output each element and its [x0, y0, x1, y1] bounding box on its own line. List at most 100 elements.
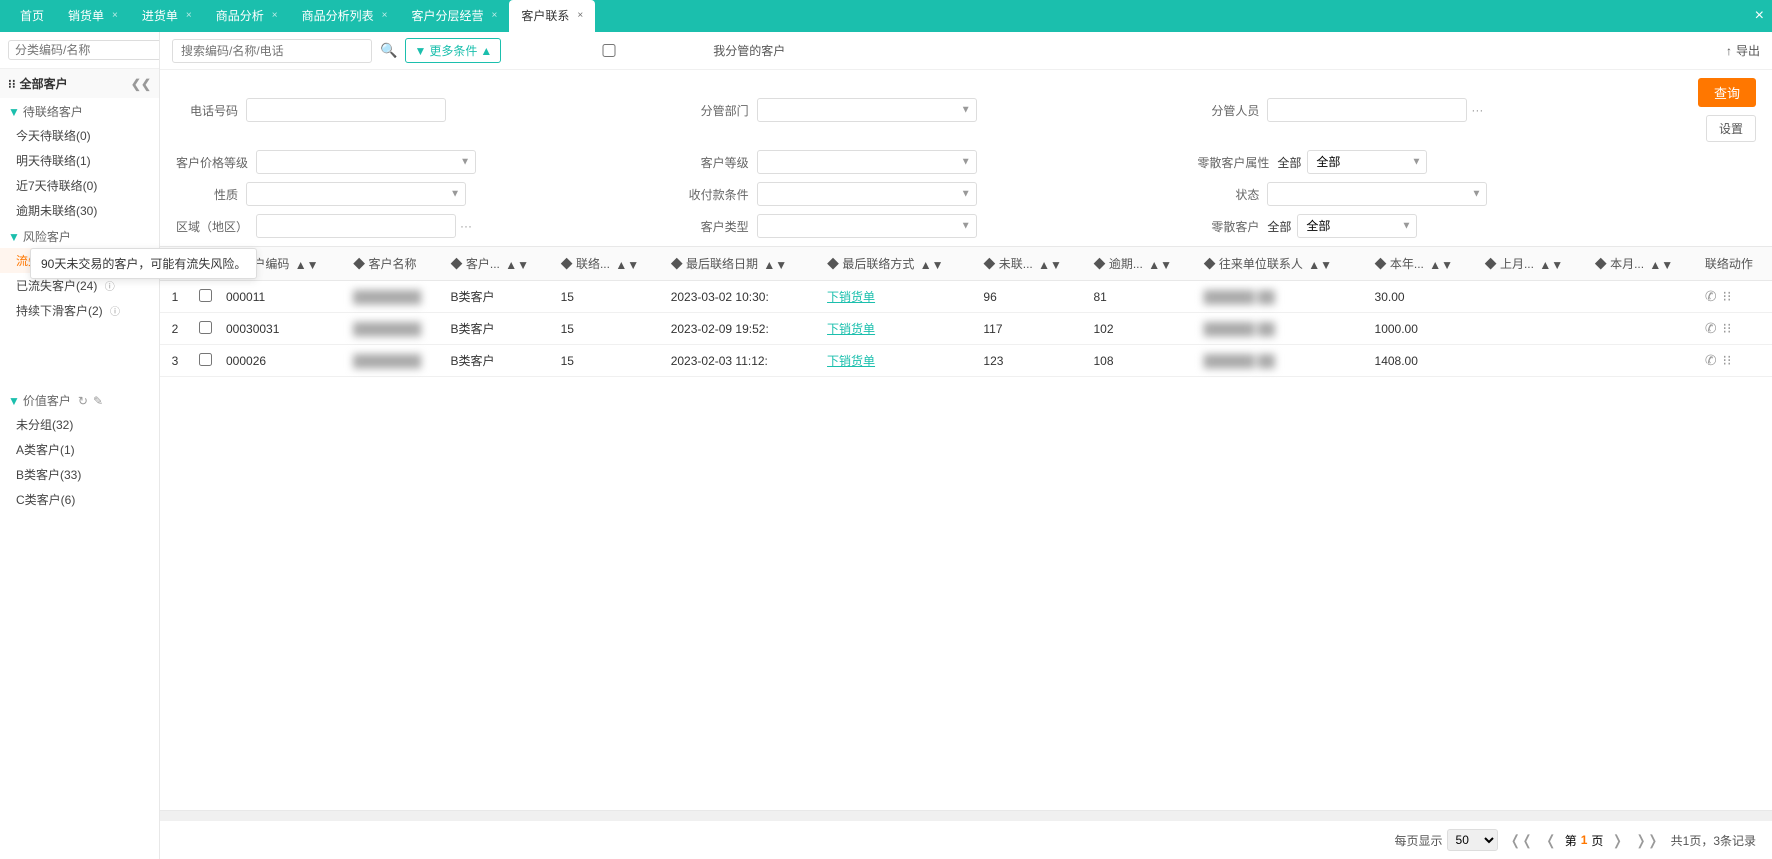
sidebar-item-b-class[interactable]: B类客户(33)	[0, 462, 159, 487]
sidebar-item-unclassified[interactable]: 未分组(32)	[0, 412, 159, 437]
phone-field: 电话号码	[176, 98, 655, 122]
settings-button[interactable]: 设置	[1706, 115, 1756, 142]
more-conditions-button[interactable]: ▼ 更多条件 ▲	[405, 38, 501, 63]
row-last-method[interactable]: 下销货单	[821, 345, 977, 377]
sidebar-item-tomorrow[interactable]: 明天待联络(1)	[0, 148, 159, 173]
sidebar-item-c-class[interactable]: C类客户(6)	[0, 487, 159, 512]
more-action-icon[interactable]: ⁝⁝	[1723, 288, 1732, 305]
close-customer-layer-tab[interactable]: ×	[491, 0, 497, 32]
row-code: 00030031	[220, 313, 347, 345]
tab-product-analysis[interactable]: 商品分析 ×	[204, 0, 290, 32]
sort-last-date-icon[interactable]: ▲▼	[763, 258, 787, 272]
grid-icon: ⁝⁝	[8, 77, 16, 91]
customer-grade-select[interactable]	[757, 150, 977, 174]
current-page: 1	[1581, 833, 1588, 847]
row-checkbox[interactable]	[190, 313, 220, 345]
close-purchase-tab[interactable]: ×	[186, 0, 192, 32]
phone-action-icon[interactable]: ✆	[1705, 320, 1717, 337]
edit-icon[interactable]: ✎	[93, 394, 103, 408]
table-row: 2 00030031 ████████ B类客户 15 2023-02-09 1…	[160, 313, 1772, 345]
search-input[interactable]	[172, 39, 372, 63]
first-page-button[interactable]: ❬❬	[1506, 830, 1537, 851]
tab-product-list[interactable]: 商品分析列表 ×	[290, 0, 400, 32]
my-customers-checkbox[interactable]: 我分管的客户	[509, 42, 785, 59]
sidebar-group-risk[interactable]: ▼ 风险客户	[0, 223, 159, 248]
table-row: 3 000026 ████████ B类客户 15 2023-02-03 11:…	[160, 345, 1772, 377]
row-action: ✆ ⁝⁝	[1699, 313, 1772, 345]
tab-home[interactable]: 首页	[8, 0, 56, 32]
prev-page-button[interactable]: ❬	[1541, 830, 1561, 851]
close-sales-tab[interactable]: ×	[112, 0, 118, 32]
tab-purchase[interactable]: 进货单 ×	[130, 0, 204, 32]
row-last-date: 2023-02-09 19:52:	[665, 313, 821, 345]
sort-last-method-icon[interactable]: ▲▼	[920, 258, 944, 272]
my-customers-check[interactable]	[509, 44, 709, 57]
row-checkbox[interactable]	[190, 345, 220, 377]
last-page-button[interactable]: ❭❭	[1631, 830, 1662, 851]
sidebar-group-pending[interactable]: ▼ 待联络客户	[0, 98, 159, 123]
region-dots-button[interactable]: ···	[460, 219, 472, 233]
sidebar-item-today[interactable]: 今天待联络(0)	[0, 123, 159, 148]
phone-action-icon[interactable]: ✆	[1705, 288, 1717, 305]
h-scrollbar[interactable]	[160, 810, 1772, 820]
sort-no-contact-icon[interactable]: ▲▼	[1038, 258, 1062, 272]
phone-action-icon[interactable]: ✆	[1705, 352, 1717, 369]
price-grade-select[interactable]	[256, 150, 476, 174]
tab-customer-contact[interactable]: 客户联系 ×	[509, 0, 595, 32]
sort-last-month-icon[interactable]: ▲▼	[1539, 258, 1563, 272]
query-button[interactable]: 查询	[1698, 78, 1756, 107]
sort-this-month-icon[interactable]: ▲▼	[1649, 258, 1673, 272]
per-page-control: 每页显示 10 20 50 100	[1395, 829, 1498, 851]
sidebar-item-overdue[interactable]: 逾期未联络(30)	[0, 198, 159, 223]
search-button[interactable]: 🔍	[380, 42, 397, 59]
export-button[interactable]: ↑ 导出	[1726, 42, 1760, 59]
status-select[interactable]	[1267, 182, 1487, 206]
dept-select[interactable]	[757, 98, 977, 122]
tab-sales[interactable]: 销货单 ×	[56, 0, 130, 32]
sort-code-icon[interactable]: ▲▼	[295, 258, 319, 272]
all-customers-header[interactable]: ⁝⁝ 全部客户 ❮❮	[0, 69, 159, 98]
customer-type-select[interactable]	[757, 214, 977, 238]
top-nav: 首页 销货单 × 进货单 × 商品分析 × 商品分析列表 × 客户分层经营 × …	[0, 0, 1772, 32]
sort-this-year-icon[interactable]: ▲▼	[1429, 258, 1453, 272]
triangle-icon-value: ▼	[8, 394, 20, 408]
more-action-icon[interactable]: ⁝⁝	[1723, 352, 1732, 369]
close-product-tab[interactable]: ×	[272, 0, 278, 32]
sort-contact-count-icon[interactable]: ▲▼	[615, 258, 639, 272]
row-type: B类客户	[445, 313, 555, 345]
sidebar-item-a-class[interactable]: A类客户(1)	[0, 437, 159, 462]
row-checkbox[interactable]	[190, 281, 220, 313]
row-overdue: 81	[1087, 281, 1197, 313]
row-num: 1	[160, 281, 190, 313]
sort-type-icon[interactable]: ▲▼	[505, 258, 529, 272]
sort-contact-person-icon[interactable]: ▲▼	[1308, 258, 1332, 272]
manager-input[interactable]	[1267, 98, 1467, 122]
sidebar-group-value[interactable]: ▼ 价值客户 ↻ ✎	[0, 387, 159, 412]
retail-attr-select[interactable]: 全部	[1307, 150, 1427, 174]
retail-customer-select[interactable]: 全部	[1297, 214, 1417, 238]
close-product-list-tab[interactable]: ×	[382, 0, 388, 32]
manager-dots-button[interactable]: ···	[1471, 103, 1483, 117]
close-all-icon[interactable]: ×	[1755, 7, 1764, 25]
tab-customer-layer[interactable]: 客户分层经营 ×	[399, 0, 509, 32]
nature-select[interactable]	[246, 182, 466, 206]
sidebar-item-declining[interactable]: 持续下滑客户(2) ⓘ	[0, 298, 159, 323]
next-page-button[interactable]: ❭	[1607, 830, 1627, 851]
region-input[interactable]	[256, 214, 456, 238]
collapse-icon[interactable]: ❮❮	[131, 77, 151, 91]
close-customer-contact-tab[interactable]: ×	[577, 0, 583, 32]
row-code: 000026	[220, 345, 347, 377]
col-this-year: ◆ 本年... ▲▼	[1369, 247, 1479, 281]
sidebar-item-7days[interactable]: 近7天待联络(0)	[0, 173, 159, 198]
sidebar-search-input[interactable]	[8, 40, 160, 60]
row-no-contact: 96	[977, 281, 1087, 313]
per-page-select[interactable]: 10 20 50 100	[1447, 829, 1498, 851]
refresh-icon[interactable]: ↻	[78, 394, 88, 408]
row-last-method[interactable]: 下销货单	[821, 281, 977, 313]
phone-input[interactable]	[246, 98, 446, 122]
row-no-contact: 117	[977, 313, 1087, 345]
more-action-icon[interactable]: ⁝⁝	[1723, 320, 1732, 337]
payment-select[interactable]	[757, 182, 977, 206]
sort-overdue-icon[interactable]: ▲▼	[1148, 258, 1172, 272]
row-last-method[interactable]: 下销货单	[821, 313, 977, 345]
